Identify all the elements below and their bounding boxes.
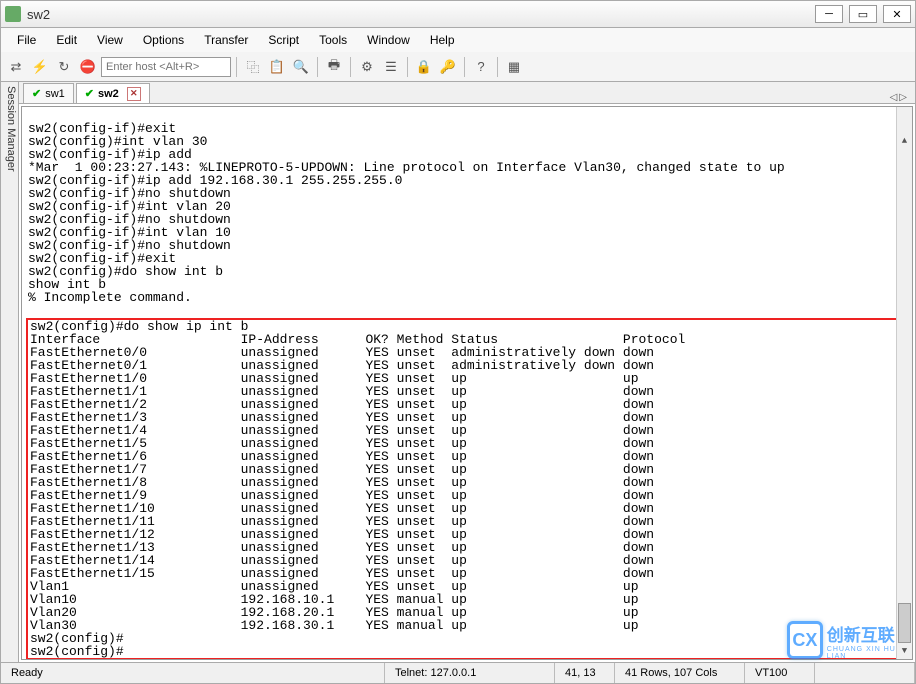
- status-terminal-type: VT100: [745, 663, 815, 683]
- tab-sw1[interactable]: ✔ sw1: [23, 83, 74, 103]
- status-size: 41 Rows, 107 Cols: [615, 663, 745, 683]
- tab-bar: ✔ sw1 ✔ sw2 ✕ ◁ ▷: [19, 82, 915, 104]
- tab-prev-icon[interactable]: ◁: [890, 92, 898, 103]
- scrollbar-vertical[interactable]: ▲ ▼: [896, 107, 912, 659]
- terminal-output[interactable]: sw2(config-if)#exit sw2(config)#int vlan…: [21, 106, 913, 660]
- terminal-text-box: sw2(config)#do show ip int b Interface I…: [30, 319, 685, 659]
- find-icon[interactable]: 🔍: [290, 56, 312, 78]
- close-tab-icon[interactable]: ✕: [127, 87, 141, 101]
- main-area: Session Manager ✔ sw1 ✔ sw2 ✕ ◁ ▷ sw2(co…: [0, 82, 916, 662]
- session-options-icon[interactable]: ☰: [380, 56, 402, 78]
- status-bar: Ready Telnet: 127.0.0.1 41, 13 41 Rows, …: [0, 662, 916, 684]
- menu-options[interactable]: Options: [135, 31, 192, 49]
- tab-sw2[interactable]: ✔ sw2 ✕: [76, 83, 150, 103]
- menu-window[interactable]: Window: [359, 31, 418, 49]
- menu-file[interactable]: File: [9, 31, 44, 49]
- help-icon[interactable]: ?: [470, 56, 492, 78]
- paste-icon[interactable]: 📋: [266, 56, 288, 78]
- scroll-up-icon[interactable]: ▲: [897, 133, 912, 149]
- window-buttons: ─ ▭ ✕: [815, 5, 911, 23]
- window-title: sw2: [27, 7, 815, 22]
- quick-connect-icon[interactable]: ⚡: [29, 56, 51, 78]
- status-check-icon: ✔: [85, 87, 94, 100]
- status-extra: [815, 663, 915, 683]
- tab-label: sw1: [45, 88, 65, 100]
- separator: [464, 57, 465, 77]
- menu-script[interactable]: Script: [260, 31, 307, 49]
- lock-icon[interactable]: 🔒: [413, 56, 435, 78]
- status-ready: Ready: [1, 663, 385, 683]
- highlight-box: sw2(config)#do show ip int b Interface I…: [26, 318, 908, 660]
- options-icon[interactable]: ⚙: [356, 56, 378, 78]
- scroll-down-icon[interactable]: ▼: [897, 643, 912, 659]
- minimize-button[interactable]: ─: [815, 5, 843, 23]
- copy-icon[interactable]: ⿻: [242, 56, 264, 78]
- separator: [350, 57, 351, 77]
- status-check-icon: ✔: [32, 87, 41, 100]
- separator: [497, 57, 498, 77]
- menu-help[interactable]: Help: [422, 31, 463, 49]
- status-connection: Telnet: 127.0.0.1: [385, 663, 555, 683]
- title-bar: sw2 ─ ▭ ✕: [0, 0, 916, 28]
- menu-bar: File Edit View Options Transfer Script T…: [0, 28, 916, 52]
- menu-edit[interactable]: Edit: [48, 31, 85, 49]
- menu-view[interactable]: View: [89, 31, 131, 49]
- host-input[interactable]: [101, 57, 231, 77]
- tab-label: sw2: [98, 88, 119, 100]
- session-manager-tab[interactable]: Session Manager: [1, 82, 19, 662]
- separator: [236, 57, 237, 77]
- terminal-text-top: sw2(config-if)#exit sw2(config)#int vlan…: [28, 121, 785, 305]
- maximize-button[interactable]: ▭: [849, 5, 877, 23]
- close-button[interactable]: ✕: [883, 5, 911, 23]
- scrollbar-thumb[interactable]: [898, 603, 911, 643]
- disconnect-icon[interactable]: ⛔: [77, 56, 99, 78]
- reconnect-icon[interactable]: ↻: [53, 56, 75, 78]
- key-icon[interactable]: 🔑: [437, 56, 459, 78]
- separator: [407, 57, 408, 77]
- toolbar: ⇄ ⚡ ↻ ⛔ ⿻ 📋 🔍 🖶 ⚙ ☰ 🔒 🔑 ? ▦: [0, 52, 916, 82]
- script-icon[interactable]: ▦: [503, 56, 525, 78]
- tab-nav: ◁ ▷: [890, 92, 911, 103]
- tab-next-icon[interactable]: ▷: [899, 92, 907, 103]
- menu-transfer[interactable]: Transfer: [196, 31, 256, 49]
- menu-tools[interactable]: Tools: [311, 31, 355, 49]
- status-cursor: 41, 13: [555, 663, 615, 683]
- connect-icon[interactable]: ⇄: [5, 56, 27, 78]
- print-icon[interactable]: 🖶: [323, 56, 345, 78]
- content-area: ✔ sw1 ✔ sw2 ✕ ◁ ▷ sw2(config-if)#exit sw…: [19, 82, 915, 662]
- app-icon: [5, 6, 21, 22]
- separator: [317, 57, 318, 77]
